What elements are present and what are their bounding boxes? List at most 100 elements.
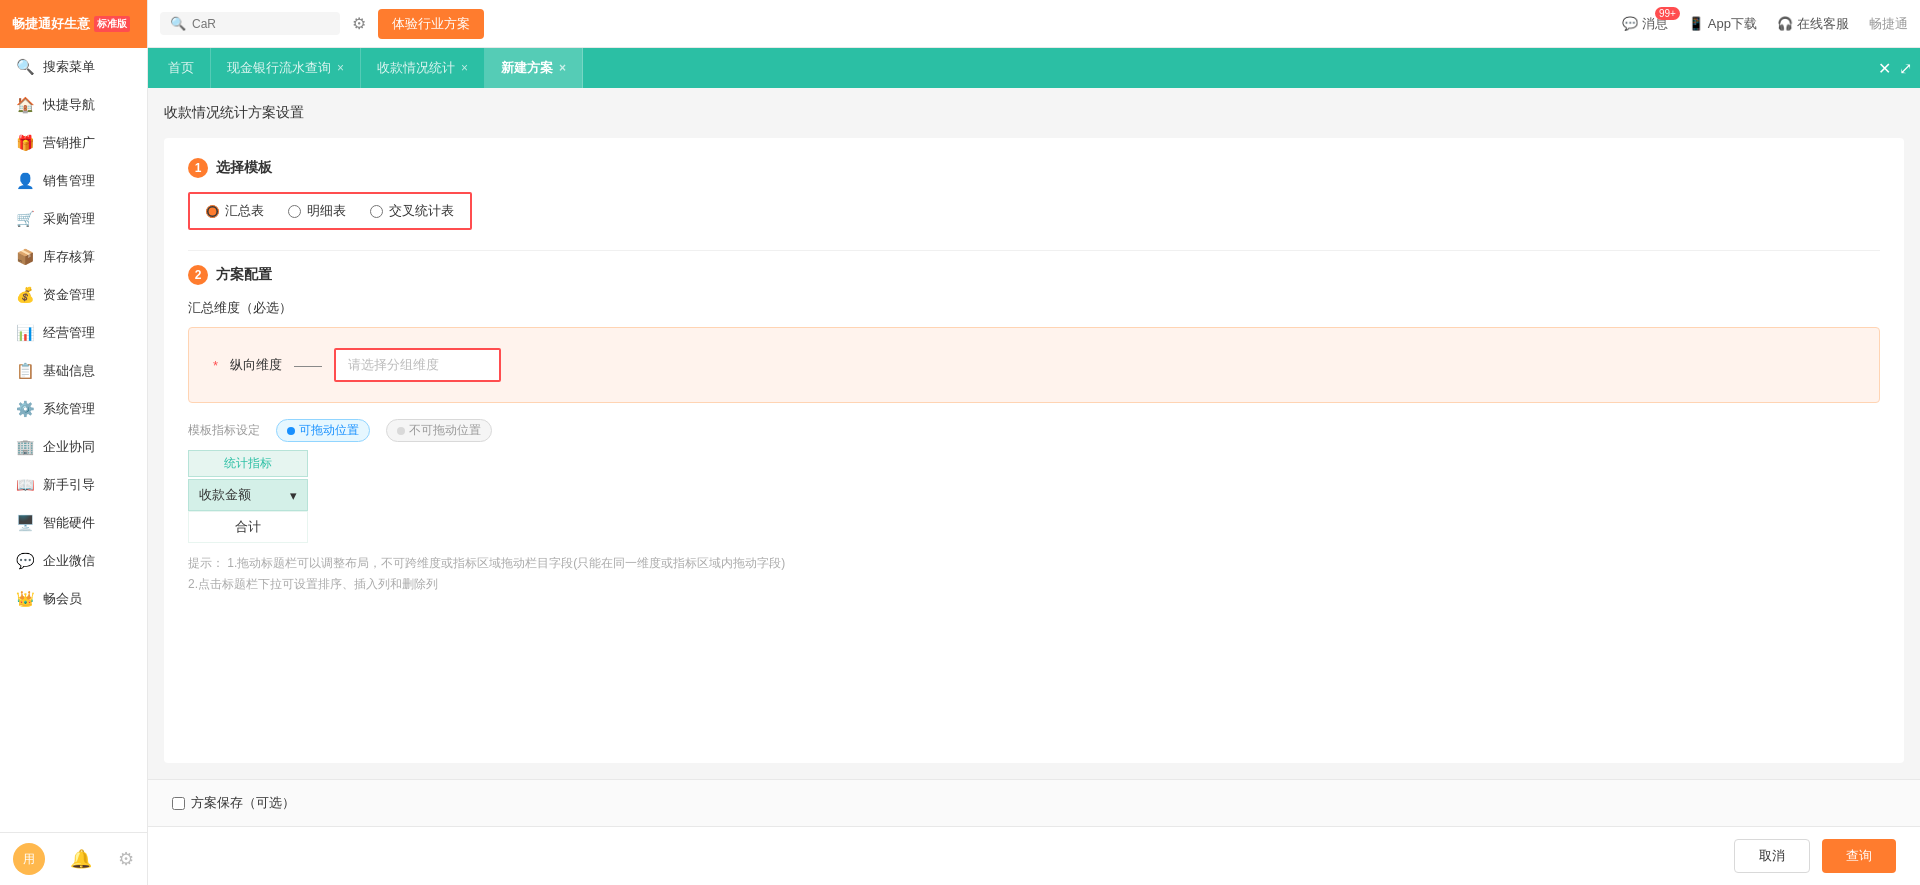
sidebar-item-sales[interactable]: 👤 销售管理 bbox=[0, 162, 147, 200]
tab-new-plan[interactable]: 新建方案× bbox=[485, 48, 583, 88]
sidebar-item-inventory[interactable]: 📦 库存核算 bbox=[0, 238, 147, 276]
sidebar-logo: 畅捷通好生意 标准版 bbox=[0, 0, 147, 48]
sidebar-label-inventory: 库存核算 bbox=[43, 248, 95, 266]
search-icon: 🔍 bbox=[170, 16, 186, 31]
sidebar-item-quick-nav[interactable]: 🏠 快捷导航 bbox=[0, 86, 147, 124]
section1-header: 1 选择模板 bbox=[188, 158, 1880, 178]
metric-row-total: 合计 bbox=[188, 511, 308, 543]
industry-btn[interactable]: 体验行业方案 bbox=[378, 9, 484, 39]
template-options: 汇总表 明细表 交叉统计表 bbox=[188, 192, 472, 230]
footer-icon1[interactable]: 🔔 bbox=[70, 848, 92, 870]
sidebar-label-hardware: 智能硬件 bbox=[43, 514, 95, 532]
sidebar-icon-inventory: 📦 bbox=[16, 248, 35, 266]
sidebar-label-guide: 新手引导 bbox=[43, 476, 95, 494]
tip1: 提示： 1.拖动标题栏可以调整布局，不可跨维度或指标区域拖动栏目字段(只能在同一… bbox=[188, 555, 1880, 572]
sidebar-item-hardware[interactable]: 🖥️ 智能硬件 bbox=[0, 504, 147, 542]
sidebar-item-enterprise[interactable]: 🏢 企业协同 bbox=[0, 428, 147, 466]
sidebar: 畅捷通好生意 标准版 🔍 搜索菜单 🏠 快捷导航 🎁 营销推广 👤 销售管理 🛒… bbox=[0, 0, 148, 885]
online-service[interactable]: 🎧 在线客服 bbox=[1777, 15, 1849, 33]
query-button[interactable]: 查询 bbox=[1822, 839, 1896, 873]
tab-cash-bank[interactable]: 现金银行流水查询× bbox=[211, 48, 361, 88]
radio-detail[interactable]: 明细表 bbox=[288, 202, 346, 220]
radio-summary-input[interactable] bbox=[206, 205, 219, 218]
footer-buttons: 取消 查询 bbox=[148, 826, 1920, 885]
sidebar-icon-purchase: 🛒 bbox=[16, 210, 35, 228]
message-badge: 99+ bbox=[1655, 7, 1680, 20]
service-icon: 🎧 bbox=[1777, 16, 1793, 31]
tip2: 2.点击标题栏下拉可设置排序、插入列和删除列 bbox=[188, 576, 1880, 593]
sidebar-item-operations[interactable]: 📊 经营管理 bbox=[0, 314, 147, 352]
sidebar-item-basic-info[interactable]: 📋 基础信息 bbox=[0, 352, 147, 390]
dim-row: * 纵向维度 —— 请选择分组维度 bbox=[213, 348, 1855, 382]
close-window-icon[interactable]: ✕ bbox=[1878, 59, 1891, 78]
section1-number: 1 bbox=[188, 158, 208, 178]
dimension-box: * 纵向维度 —— 请选择分组维度 bbox=[188, 327, 1880, 403]
radio-cross[interactable]: 交叉统计表 bbox=[370, 202, 454, 220]
app-download[interactable]: 📱 App下载 bbox=[1688, 15, 1757, 33]
section2-title: 方案配置 bbox=[216, 266, 272, 284]
page-content: 收款情况统计方案设置 1 选择模板 汇总表 明细表 bbox=[148, 88, 1920, 779]
sidebar-item-finance[interactable]: 💰 资金管理 bbox=[0, 276, 147, 314]
sidebar-item-wechat[interactable]: 💬 企业微信 bbox=[0, 542, 147, 580]
sidebar-label-quick-nav: 快捷导航 bbox=[43, 96, 95, 114]
radio-summary[interactable]: 汇总表 bbox=[206, 202, 264, 220]
sidebar-item-purchase[interactable]: 🛒 采购管理 bbox=[0, 200, 147, 238]
sidebar-item-guide[interactable]: 📖 新手引导 bbox=[0, 466, 147, 504]
main-area: 🔍 ⚙ 体验行业方案 💬 消息 99+ 📱 App下载 🎧 在线客服 畅捷通 首… bbox=[148, 0, 1920, 885]
cancel-button[interactable]: 取消 bbox=[1734, 839, 1810, 873]
avatar: 用 bbox=[13, 843, 45, 875]
sidebar-label-search-menu: 搜索菜单 bbox=[43, 58, 95, 76]
topbar: 🔍 ⚙ 体验行业方案 💬 消息 99+ 📱 App下载 🎧 在线客服 畅捷通 bbox=[148, 0, 1920, 48]
unmovable-dot bbox=[397, 427, 405, 435]
tab-close-cash-bank[interactable]: × bbox=[337, 61, 344, 75]
dim-group-label: 汇总维度（必选） bbox=[188, 299, 1880, 317]
sidebar-item-system[interactable]: ⚙️ 系统管理 bbox=[0, 390, 147, 428]
sidebar-label-wechat: 企业微信 bbox=[43, 552, 95, 570]
main-card: 1 选择模板 汇总表 明细表 交叉统计表 bbox=[164, 138, 1904, 763]
config-section: 2 方案配置 汇总维度（必选） * 纵向维度 —— 请选择分组 bbox=[188, 265, 1880, 593]
radio-cross-input[interactable] bbox=[370, 205, 383, 218]
sidebar-icon-system: ⚙️ bbox=[16, 400, 35, 418]
tab-collection-stats[interactable]: 收款情况统计 × bbox=[361, 48, 485, 88]
topbar-right: 💬 消息 99+ 📱 App下载 🎧 在线客服 畅捷通 bbox=[1622, 15, 1908, 33]
sidebar-item-marketing[interactable]: 🎁 营销推广 bbox=[0, 124, 147, 162]
sidebar-item-search-menu[interactable]: 🔍 搜索菜单 bbox=[0, 48, 147, 86]
app-icon: 📱 bbox=[1688, 16, 1704, 31]
sidebar-icon-sales: 👤 bbox=[16, 172, 35, 190]
tab-label-collection-stats: 收款情况统计 bbox=[377, 59, 455, 77]
tab-home[interactable]: 首页 bbox=[156, 48, 211, 88]
sidebar-label-marketing: 营销推广 bbox=[43, 134, 95, 152]
sidebar-label-basic-info: 基础信息 bbox=[43, 362, 95, 380]
username: 畅捷通 bbox=[1869, 15, 1908, 33]
sidebar-label-operations: 经营管理 bbox=[43, 324, 95, 342]
save-checkbox-label[interactable]: 方案保存（可选） bbox=[172, 794, 295, 812]
sidebar-icon-enterprise: 🏢 bbox=[16, 438, 35, 456]
sidebar-icon-finance: 💰 bbox=[16, 286, 35, 304]
save-checkbox[interactable] bbox=[172, 797, 185, 810]
page-title: 收款情况统计方案设置 bbox=[164, 104, 1904, 122]
sidebar-icon-marketing: 🎁 bbox=[16, 134, 35, 152]
metrics-grid: 统计指标 收款金额 ▾ 合计 bbox=[188, 450, 308, 543]
footer-icon2[interactable]: ⚙ bbox=[118, 848, 134, 870]
tab-label-home: 首页 bbox=[168, 59, 194, 77]
maximize-icon[interactable]: ⤢ bbox=[1899, 59, 1912, 78]
sidebar-label-system: 系统管理 bbox=[43, 400, 95, 418]
sidebar-label-enterprise: 企业协同 bbox=[43, 438, 95, 456]
search-input[interactable] bbox=[192, 17, 312, 31]
settings-icon[interactable]: ⚙ bbox=[352, 14, 366, 33]
radio-cross-label: 交叉统计表 bbox=[389, 202, 454, 220]
dim-group: 汇总维度（必选） * 纵向维度 —— 请选择分组维度 bbox=[188, 299, 1880, 403]
message-btn[interactable]: 💬 消息 99+ bbox=[1622, 15, 1668, 33]
dim-required-mark: * bbox=[213, 358, 218, 373]
sidebar-icon-wechat: 💬 bbox=[16, 552, 35, 570]
edition-badge: 标准版 bbox=[94, 16, 130, 32]
sidebar-icon-guide: 📖 bbox=[16, 476, 35, 494]
radio-detail-input[interactable] bbox=[288, 205, 301, 218]
sidebar-icon-basic-info: 📋 bbox=[16, 362, 35, 380]
dim-selector[interactable]: 请选择分组维度 bbox=[334, 348, 501, 382]
tab-close-new-plan[interactable]: × bbox=[559, 61, 566, 75]
sidebar-item-member[interactable]: 👑 畅会员 bbox=[0, 580, 147, 618]
metrics-area: 模板指标设定 可拖动位置 不可拖动位置 统计指标 收款金额 bbox=[188, 419, 1880, 543]
metric-header[interactable]: 收款金额 ▾ bbox=[188, 479, 308, 511]
tab-close-collection-stats[interactable]: × bbox=[461, 61, 468, 75]
